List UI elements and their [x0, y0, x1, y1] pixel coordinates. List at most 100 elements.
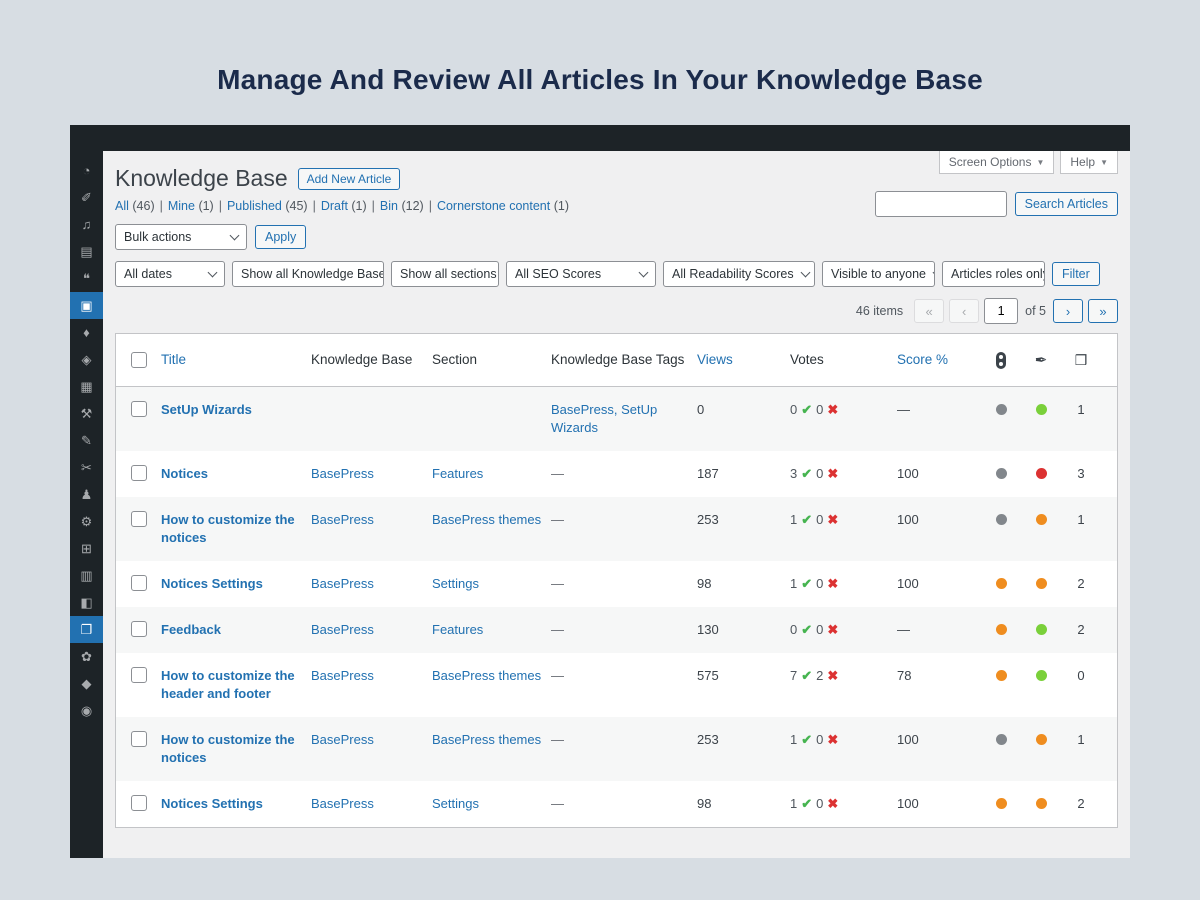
- sidebar-item-tools-hammer[interactable]: ⚒: [70, 400, 103, 427]
- upvotes-count: 1: [790, 512, 798, 527]
- main-content: Screen Options ▼ Help ▼ Knowledge Base A…: [103, 151, 1130, 858]
- section-link[interactable]: BasePress themes: [432, 732, 541, 747]
- filter-select-all-dates[interactable]: All dates: [115, 261, 225, 287]
- seo-icon: ◈: [81, 351, 92, 367]
- article-title-link[interactable]: How to customize the notices: [161, 732, 295, 765]
- sidebar-item-settings[interactable]: ⊞: [70, 535, 103, 562]
- view-filter-bin[interactable]: Bin (12): [380, 199, 424, 213]
- help-button[interactable]: Help ▼: [1060, 151, 1118, 174]
- sidebar-item-media[interactable]: ♫: [70, 211, 103, 238]
- view-filter-published[interactable]: Published (45): [227, 199, 308, 213]
- view-filter-cornerstone-content[interactable]: Cornerstone content (1): [437, 199, 569, 213]
- filter-select-visible-to-anyone[interactable]: Visible to anyone: [822, 261, 935, 287]
- sidebar-item-snippets[interactable]: ✂: [70, 454, 103, 481]
- filter-select-all-seo-scores[interactable]: All SEO Scores: [506, 261, 656, 287]
- sidebar-item-articles[interactable]: ▣: [70, 292, 103, 319]
- add-new-article-button[interactable]: Add New Article: [297, 167, 401, 190]
- filter-select-all-readability-scores[interactable]: All Readability Scores: [663, 261, 815, 287]
- sidebar-item-tables[interactable]: ▥: [70, 562, 103, 589]
- article-title-link[interactable]: How to customize the header and footer: [161, 668, 295, 701]
- article-title-link[interactable]: Notices Settings: [161, 796, 263, 811]
- select-all-checkbox[interactable]: [130, 352, 147, 368]
- knowledge-base-link[interactable]: BasePress: [311, 622, 374, 637]
- knowledge-base-link[interactable]: BasePress: [311, 576, 374, 591]
- row-checkbox[interactable]: [130, 667, 147, 683]
- sidebar-item-templates[interactable]: ▦: [70, 373, 103, 400]
- filter-button[interactable]: Filter: [1052, 262, 1100, 286]
- view-filter-mine[interactable]: Mine (1): [168, 199, 214, 213]
- prev-page-button[interactable]: ‹: [949, 299, 980, 323]
- sidebar-item-pages[interactable]: ▤: [70, 238, 103, 265]
- filter-select-show-all-knowledge-bases[interactable]: Show all Knowledge Bases: [232, 261, 384, 287]
- knowledge-base-link[interactable]: BasePress: [311, 512, 374, 527]
- apply-button[interactable]: Apply: [255, 225, 307, 249]
- knowledge-base-link[interactable]: BasePress: [311, 796, 374, 811]
- sidebar-item-posts[interactable]: ✐: [70, 184, 103, 211]
- last-page-button[interactable]: »: [1088, 299, 1118, 323]
- tables-icon: ▥: [80, 567, 93, 583]
- chevron-down-icon: [800, 267, 811, 278]
- sidebar-item-addons[interactable]: ◆: [70, 670, 103, 697]
- sidebar-item-users[interactable]: ♟: [70, 481, 103, 508]
- articles-table: Title Knowledge Base Section Knowledge B…: [115, 333, 1118, 828]
- filter-select-articles-roles-only[interactable]: Articles roles only: [942, 261, 1045, 287]
- search-articles-button[interactable]: Search Articles: [1014, 192, 1118, 216]
- row-checkbox[interactable]: [130, 621, 147, 637]
- article-title-link[interactable]: How to customize the notices: [161, 512, 295, 545]
- article-title-link[interactable]: Feedback: [161, 622, 221, 637]
- row-checkbox[interactable]: [130, 401, 147, 417]
- row-checkbox[interactable]: [130, 511, 147, 527]
- score-value: —: [897, 622, 910, 637]
- article-title-link[interactable]: SetUp Wizards: [161, 402, 252, 417]
- sidebar-item-seo[interactable]: ◈: [70, 346, 103, 373]
- screen-options-button[interactable]: Screen Options ▼: [938, 151, 1055, 174]
- section-link[interactable]: Features: [432, 466, 483, 481]
- sidebar-item-comments[interactable]: ❝: [70, 265, 103, 292]
- upvote-check-icon: ✔: [801, 622, 813, 637]
- section-link[interactable]: BasePress themes: [432, 668, 541, 683]
- search-input[interactable]: [874, 191, 1007, 217]
- knowledge-base-link[interactable]: BasePress: [311, 668, 374, 683]
- sidebar-item-extensions[interactable]: ✿: [70, 643, 103, 670]
- upvotes-count: 1: [790, 732, 798, 747]
- sidebar-item-security[interactable]: ♦: [70, 319, 103, 346]
- section-link[interactable]: Settings: [432, 796, 479, 811]
- sidebar-item-appearance[interactable]: ✎: [70, 427, 103, 454]
- filter-select-show-all-sections[interactable]: Show all sections: [391, 261, 499, 287]
- posts-icon: ✐: [81, 189, 92, 205]
- view-filter-all[interactable]: All (46): [115, 199, 155, 213]
- sidebar-item-knowledge-base[interactable]: ❐: [70, 616, 103, 643]
- row-checkbox[interactable]: [130, 731, 147, 747]
- column-score[interactable]: Score %: [897, 346, 981, 375]
- sidebar-item-analytics[interactable]: ◧: [70, 589, 103, 616]
- pages-icon: ▤: [80, 243, 93, 259]
- knowledge-base-link[interactable]: BasePress: [311, 732, 374, 747]
- tags-link[interactable]: BasePress, SetUp Wizards: [551, 402, 657, 435]
- column-title[interactable]: Title: [161, 346, 311, 375]
- links-count: 3: [1077, 466, 1085, 481]
- section-link[interactable]: Settings: [432, 576, 479, 591]
- current-page-input[interactable]: [984, 298, 1019, 324]
- section-link[interactable]: Features: [432, 622, 483, 637]
- row-checkbox[interactable]: [130, 795, 147, 811]
- sidebar-item-tutorials[interactable]: ◉: [70, 697, 103, 724]
- row-checkbox[interactable]: [130, 575, 147, 591]
- links-count: 1: [1077, 512, 1085, 527]
- separator: |: [371, 199, 375, 213]
- row-checkbox[interactable]: [130, 465, 147, 481]
- sidebar-item-dashboard[interactable]: ◔: [70, 157, 103, 184]
- first-page-button[interactable]: «: [914, 299, 945, 323]
- section-link[interactable]: BasePress themes: [432, 512, 541, 527]
- next-page-button[interactable]: ›: [1053, 299, 1083, 323]
- column-views[interactable]: Views: [697, 346, 790, 375]
- knowledge-base-icon: ❐: [80, 621, 93, 637]
- views-count: 0: [697, 402, 705, 417]
- knowledge-base-link[interactable]: BasePress: [311, 466, 374, 481]
- bulk-actions-select[interactable]: Bulk actions: [115, 224, 247, 250]
- article-title-link[interactable]: Notices Settings: [161, 576, 263, 591]
- view-filter-draft[interactable]: Draft (1): [321, 199, 367, 213]
- tags-cell: BasePress, SetUp Wizards: [551, 387, 697, 451]
- sidebar-item-tools[interactable]: ⚙: [70, 508, 103, 535]
- article-title-link[interactable]: Notices: [161, 466, 208, 481]
- view-filter-count: (45): [285, 199, 308, 213]
